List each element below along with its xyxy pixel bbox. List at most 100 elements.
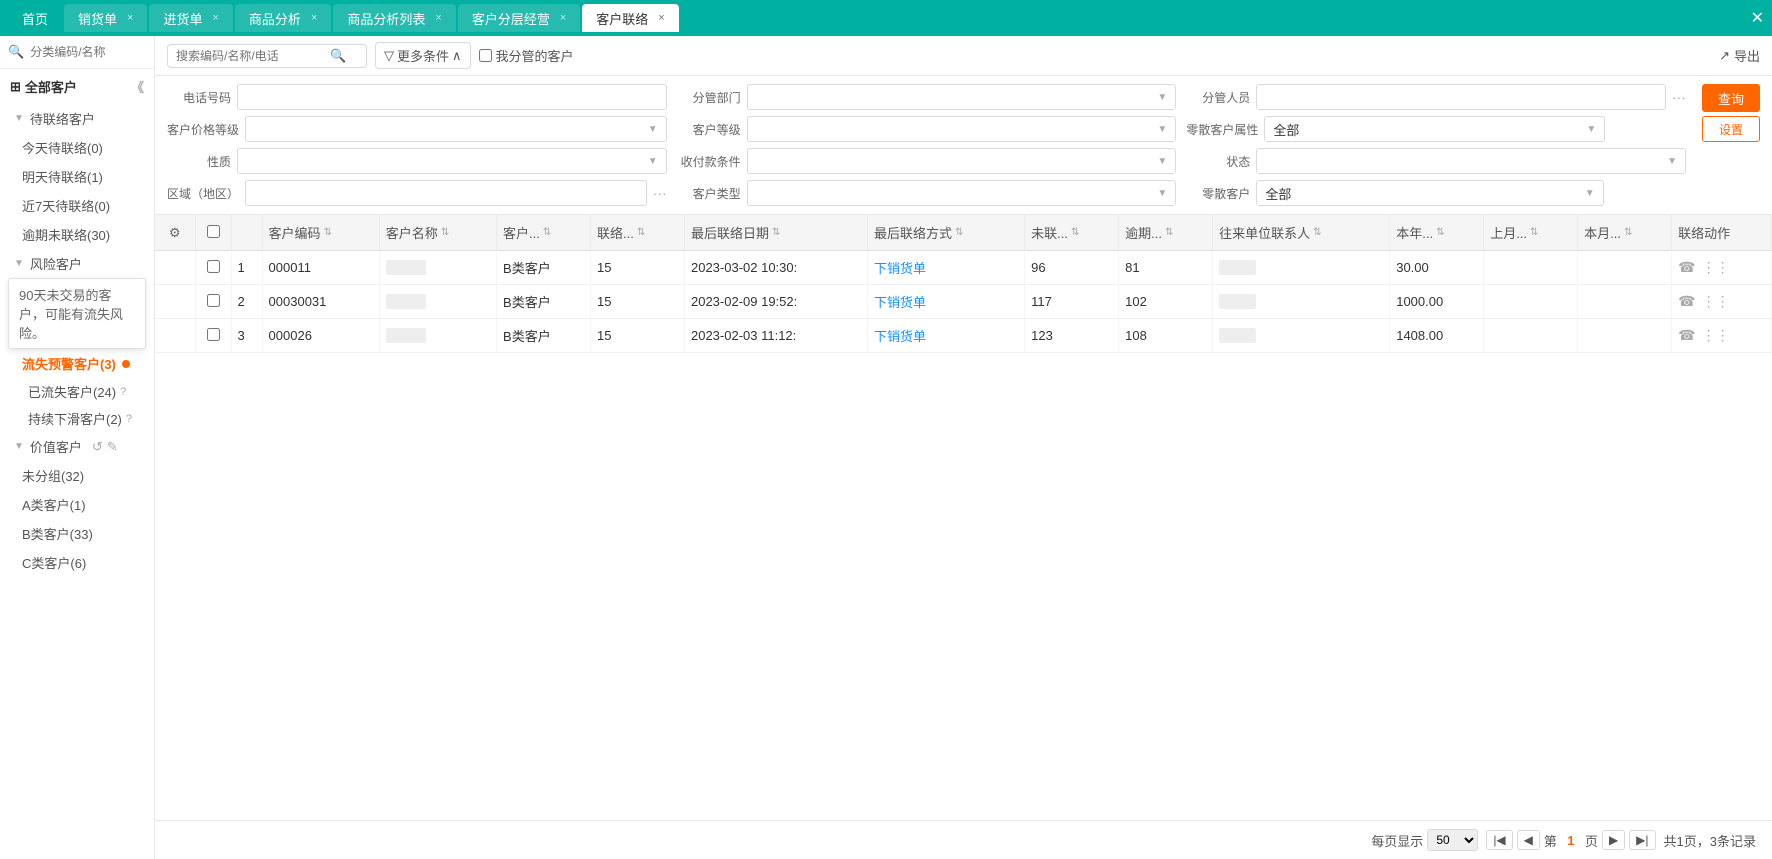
sidebar-item-churn-warning[interactable]: 流失预警客户(3) bbox=[0, 349, 154, 378]
last-method-link-2[interactable]: 下销货单 bbox=[874, 329, 926, 344]
page-prev-btn[interactable]: ◀ bbox=[1517, 830, 1540, 850]
settings-button[interactable]: 设置 bbox=[1702, 116, 1760, 142]
tab-customer-contact[interactable]: 客户联络 × bbox=[582, 4, 678, 32]
sidebar-item-churn-warning-label: 流失预警客户(3) bbox=[22, 354, 116, 373]
last-date-sort-icon[interactable]: ⇅ bbox=[772, 227, 780, 238]
cell-last-month-1 bbox=[1484, 285, 1578, 319]
customer-level-select[interactable]: ▼ bbox=[747, 116, 1177, 142]
sidebar-item-b-class[interactable]: B类客户(33) bbox=[0, 519, 154, 548]
cell-overdue-1: 102 bbox=[1119, 285, 1213, 319]
name-sort-icon[interactable]: ⇅ bbox=[441, 227, 449, 238]
tab-analysis-close[interactable]: × bbox=[311, 12, 317, 24]
settings-gear-icon[interactable]: ⚙ bbox=[169, 225, 181, 240]
sidebar-item-7days[interactable]: 近7天待联络(0) bbox=[0, 191, 154, 220]
tab-sales[interactable]: 销货单 × bbox=[64, 4, 147, 32]
sidebar-item-today[interactable]: 今天待联络(0) bbox=[0, 133, 154, 162]
price-level-select[interactable]: ▼ bbox=[245, 116, 667, 142]
toolbar-search-icon[interactable]: 🔍 bbox=[330, 48, 346, 64]
all-customers-header[interactable]: ⊞ 全部客户 《 bbox=[0, 69, 154, 104]
query-button[interactable]: 查询 bbox=[1702, 84, 1760, 112]
my-customers-checkbox[interactable] bbox=[479, 49, 492, 62]
collapse-icon[interactable]: 《 bbox=[131, 77, 144, 96]
more-action-icon-0[interactable]: ⋮⋮ bbox=[1702, 259, 1730, 276]
tab-home[interactable]: 首页 bbox=[8, 4, 62, 32]
page-first-btn[interactable]: |◀ bbox=[1486, 830, 1512, 850]
sidebar-item-ungrouped[interactable]: 未分组(32) bbox=[0, 461, 154, 490]
tab-analysis-list-close[interactable]: × bbox=[435, 12, 441, 24]
uncontacted-sort-icon[interactable]: ⇅ bbox=[1071, 227, 1079, 238]
risk-group[interactable]: ▼ 风险客户 bbox=[0, 249, 154, 278]
help-icon[interactable]: ? bbox=[120, 386, 126, 398]
tab-analysis-list[interactable]: 商品分析列表 × bbox=[333, 4, 455, 32]
contact-sort-icon[interactable]: ⇅ bbox=[637, 227, 645, 238]
edit-icon[interactable]: ✎ bbox=[107, 439, 118, 455]
contact-action-icon-2[interactable]: ☎ bbox=[1678, 327, 1695, 344]
value-triangle-icon: ▼ bbox=[14, 441, 24, 452]
person-input[interactable] bbox=[1256, 84, 1666, 110]
cell-type-2: B类客户 bbox=[497, 319, 591, 353]
phone-input[interactable] bbox=[237, 84, 667, 110]
sidebar-item-a-class[interactable]: A类客户(1) bbox=[0, 490, 154, 519]
value-group[interactable]: ▼ 价值客户 ↺ ✎ bbox=[0, 432, 154, 461]
window-close-icon[interactable]: ✕ bbox=[1751, 8, 1764, 28]
row-checkbox-1[interactable] bbox=[207, 294, 220, 307]
refresh-icon[interactable]: ↺ bbox=[92, 439, 103, 455]
orange-dot-icon bbox=[122, 360, 130, 368]
type-sort-icon[interactable]: ⇅ bbox=[543, 227, 551, 238]
declining-help-icon[interactable]: ? bbox=[126, 413, 132, 425]
contact-action-icon-0[interactable]: ☎ bbox=[1678, 259, 1695, 276]
gender-select[interactable]: ▼ bbox=[237, 148, 667, 174]
sidebar-item-today-label: 今天待联络(0) bbox=[22, 138, 103, 157]
row-checkbox-0[interactable] bbox=[207, 260, 220, 273]
page-last-btn[interactable]: ▶| bbox=[1629, 830, 1655, 850]
person-more-icon[interactable]: ··· bbox=[1672, 89, 1686, 105]
payment-select[interactable]: ▼ bbox=[747, 148, 1177, 174]
tab-home-label: 首页 bbox=[22, 9, 48, 28]
my-customers-wrap[interactable]: 我分管的客户 bbox=[479, 46, 574, 65]
more-conditions-btn[interactable]: ▽ 更多条件 ∧ bbox=[375, 42, 471, 69]
tab-analysis[interactable]: 商品分析 × bbox=[235, 4, 331, 32]
select-all-checkbox[interactable] bbox=[207, 225, 220, 238]
search-input[interactable] bbox=[176, 49, 326, 63]
pending-group[interactable]: ▼ 待联络客户 bbox=[0, 104, 154, 133]
tab-customer-contact-close[interactable]: × bbox=[658, 12, 664, 24]
tab-customer-segment[interactable]: 客户分层经营 × bbox=[458, 4, 580, 32]
last-month-sort-icon[interactable]: ⇅ bbox=[1530, 227, 1538, 238]
contact-action-icon-1[interactable]: ☎ bbox=[1678, 293, 1695, 310]
sidebar-item-declining[interactable]: 持续下滑客户(2) ? bbox=[0, 405, 154, 432]
last-method-sort-icon[interactable]: ⇅ bbox=[955, 227, 963, 238]
sidebar-item-churned[interactable]: 已流失客户(24) ? bbox=[0, 378, 154, 405]
sidebar-search-input[interactable] bbox=[30, 45, 155, 59]
zero-customer-select[interactable]: 全部 ▼ bbox=[1256, 180, 1603, 206]
cell-this-month-1 bbox=[1578, 285, 1672, 319]
sidebar-item-c-class[interactable]: C类客户(6) bbox=[0, 548, 154, 577]
code-sort-icon[interactable]: ⇅ bbox=[324, 227, 332, 238]
cell-contact-1: 15 bbox=[591, 285, 685, 319]
row-checkbox-2[interactable] bbox=[207, 328, 220, 341]
tab-customer-segment-close[interactable]: × bbox=[560, 12, 566, 24]
dept-select[interactable]: ▼ bbox=[747, 84, 1177, 110]
more-action-icon-2[interactable]: ⋮⋮ bbox=[1702, 327, 1730, 344]
zero-attr-select[interactable]: 全部 ▼ bbox=[1264, 116, 1605, 142]
sidebar-item-overdue[interactable]: 逾期未联络(30) bbox=[0, 220, 154, 249]
page-next-btn[interactable]: ▶ bbox=[1602, 830, 1625, 850]
region-input[interactable] bbox=[245, 180, 647, 206]
unit-contact-sort-icon[interactable]: ⇅ bbox=[1313, 227, 1321, 238]
region-more-icon[interactable]: ··· bbox=[653, 185, 667, 201]
tab-purchase[interactable]: 进货单 × bbox=[149, 4, 232, 32]
per-page-select[interactable]: 50 100 200 bbox=[1427, 829, 1478, 851]
overdue-sort-icon[interactable]: ⇅ bbox=[1165, 227, 1173, 238]
region-label: 区域（地区） bbox=[167, 185, 239, 202]
filter-icon: ▽ bbox=[384, 48, 394, 64]
customer-type-select[interactable]: ▼ bbox=[747, 180, 1177, 206]
more-action-icon-1[interactable]: ⋮⋮ bbox=[1702, 293, 1730, 310]
this-year-sort-icon[interactable]: ⇅ bbox=[1436, 227, 1444, 238]
sidebar-item-tomorrow[interactable]: 明天待联络(1) bbox=[0, 162, 154, 191]
status-select[interactable]: ▼ bbox=[1256, 148, 1686, 174]
last-method-link-1[interactable]: 下销货单 bbox=[874, 295, 926, 310]
last-method-link-0[interactable]: 下销货单 bbox=[874, 261, 926, 276]
tab-sales-close[interactable]: × bbox=[127, 12, 133, 24]
tab-purchase-close[interactable]: × bbox=[212, 12, 218, 24]
this-month-sort-icon[interactable]: ⇅ bbox=[1624, 227, 1632, 238]
export-btn[interactable]: ↗ 导出 bbox=[1719, 46, 1760, 65]
